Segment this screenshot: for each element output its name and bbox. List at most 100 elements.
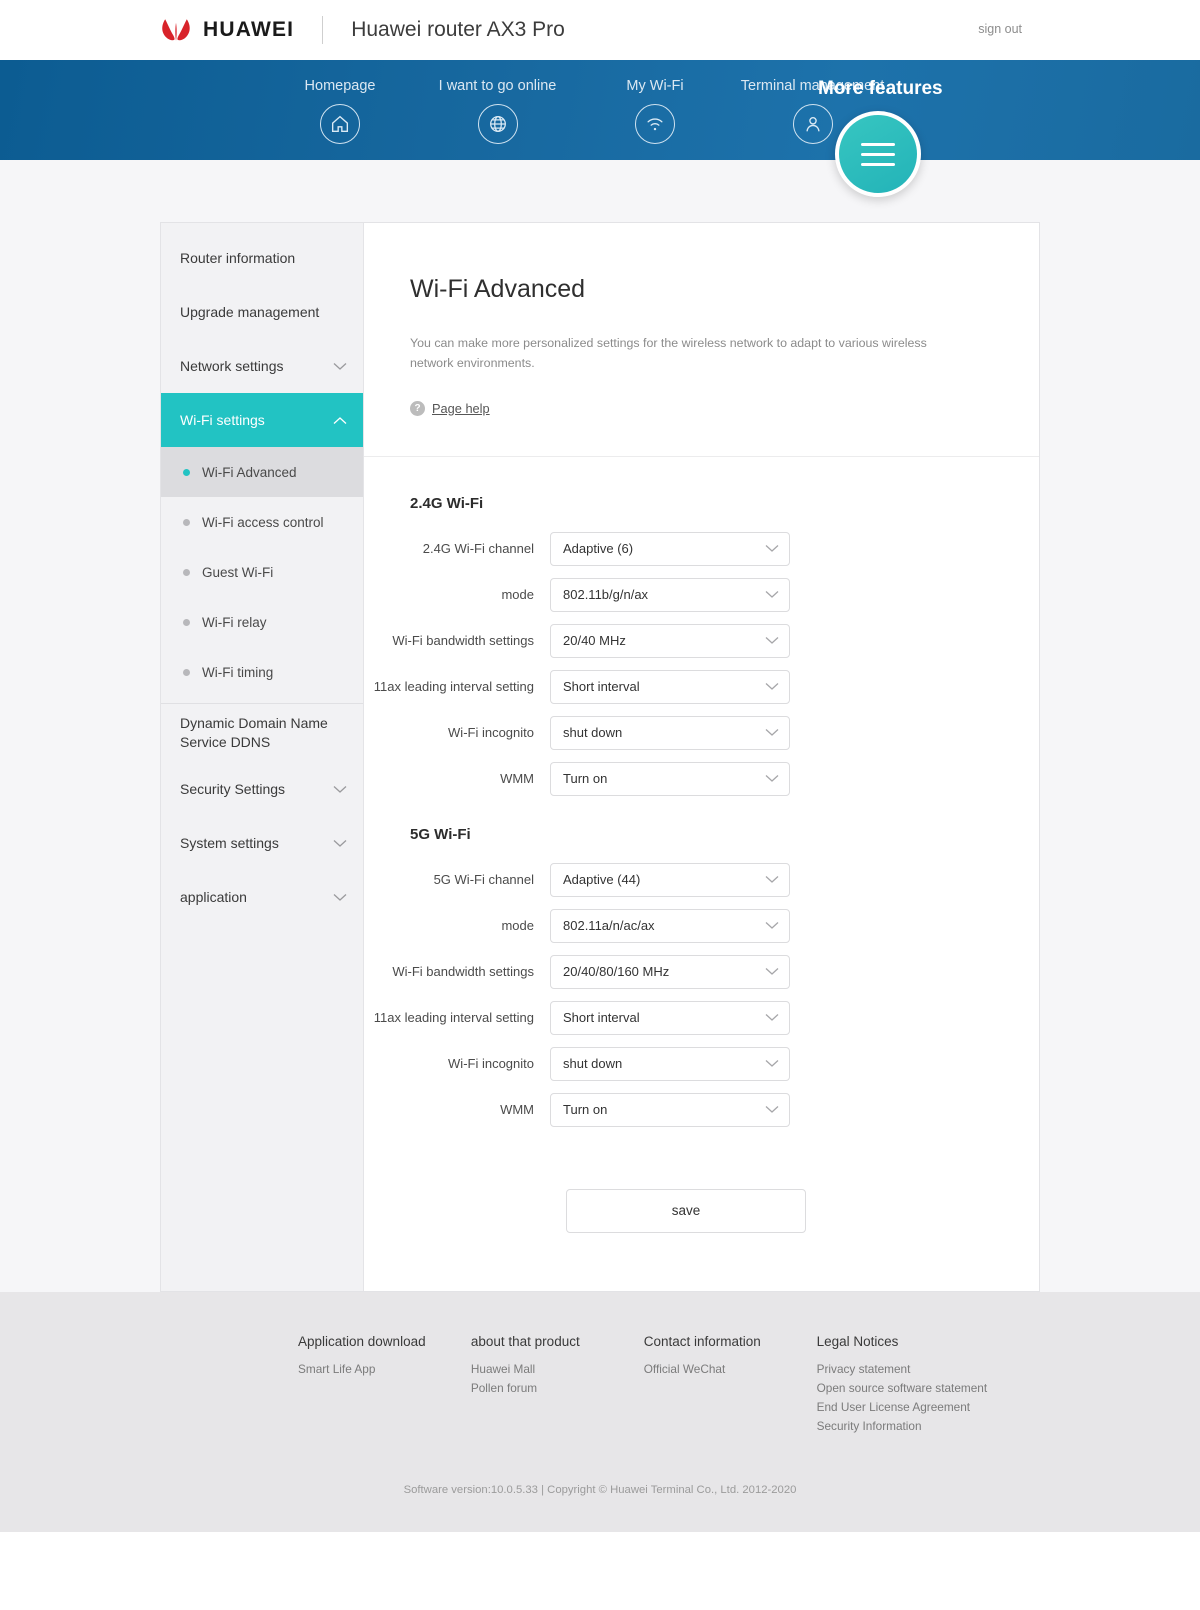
select-24g-incognito[interactable]: shut down [550, 715, 790, 750]
field-label-5g-wmm: WMM [500, 1102, 534, 1118]
hamburger-line [861, 152, 895, 156]
footer-link-pollen-forum[interactable]: Pollen forum [471, 1379, 644, 1398]
hamburger-icon[interactable] [835, 111, 921, 197]
nav-item-my-wifi[interactable]: My Wi-Fi [585, 78, 725, 144]
sidebar: Router information Upgrade management Ne… [161, 223, 364, 1291]
chevron-down-icon [765, 771, 779, 786]
brand-block: HUAWEI Huawei router AX3 Pro [158, 16, 565, 44]
page-help-label: Page help [432, 400, 490, 416]
sidebar-label: System settings [180, 835, 279, 851]
sidebar-sublabel: Wi-Fi Advanced [202, 464, 297, 480]
footer-link-open-source-statement[interactable]: Open source software statement [817, 1379, 1040, 1398]
select-5g-interval[interactable]: Short interval [550, 1000, 790, 1035]
bullet-icon [183, 518, 190, 526]
field-label-5g-mode: mode [501, 918, 534, 934]
sidebar-label: Wi-Fi settings [180, 412, 265, 428]
select-5g-mode[interactable]: 802.11a/n/ac/ax [550, 908, 790, 943]
sidebar-subitem-wifi-access-control[interactable]: Wi-Fi access control [161, 497, 363, 547]
sidebar-item-upgrade-management[interactable]: Upgrade management [161, 285, 363, 339]
product-name: Huawei router AX3 Pro [351, 18, 565, 41]
footer-link-end-user-license-agreement[interactable]: End User License Agreement [817, 1398, 1040, 1417]
bullet-icon [183, 468, 190, 476]
field-label-24g-interval: 11ax leading interval setting [373, 679, 534, 695]
select-5g-bandwidth[interactable]: 20/40/80/160 MHz [550, 954, 790, 989]
field-row-5g-wmm: WMM Turn on [364, 1092, 1039, 1127]
sidebar-label: Upgrade management [180, 304, 320, 320]
main-navigation: Homepage I want to go online My Wi-Fi Te… [0, 60, 1200, 197]
sidebar-item-application[interactable]: application [161, 870, 363, 924]
sidebar-sublabel: Guest Wi-Fi [202, 564, 274, 580]
field-label-5g-interval: 11ax leading interval setting [373, 1010, 534, 1026]
globe-icon [477, 104, 518, 144]
sidebar-item-system-settings[interactable]: System settings [161, 816, 363, 870]
select-5g-channel[interactable]: Adaptive (44) [550, 862, 790, 897]
page-title: Wi-Fi Advanced [410, 275, 586, 303]
sidebar-item-security-settings[interactable]: Security Settings [161, 762, 363, 816]
chevron-down-icon [333, 889, 347, 905]
settings-panel: Router information Upgrade management Ne… [160, 222, 1040, 1292]
field-label-5g-channel: 5G Wi-Fi channel [433, 872, 534, 888]
section-title-24g: 2.4G Wi-Fi [410, 494, 484, 512]
footer-col-legal-notices: Legal Notices Privacy statement Open sou… [817, 1334, 1040, 1436]
select-value: 802.11b/g/n/ax [563, 587, 649, 603]
sidebar-item-ddns[interactable]: Dynamic Domain Name Service DDNS [161, 704, 363, 762]
select-24g-bandwidth[interactable]: 20/40 MHz [550, 623, 790, 658]
sidebar-item-router-information[interactable]: Router information [161, 231, 363, 285]
brand-divider [322, 16, 324, 44]
footer-link-privacy-statement[interactable]: Privacy statement [817, 1360, 1040, 1379]
page-help-link[interactable]: ? Page help [410, 400, 490, 416]
select-5g-wmm[interactable]: Turn on [550, 1092, 790, 1127]
sidebar-label: Security Settings [180, 781, 286, 797]
save-button-wrapper: save [566, 1188, 1039, 1291]
select-24g-interval[interactable]: Short interval [550, 669, 790, 704]
select-value: 20/40/80/160 MHz [563, 964, 670, 980]
footer-link-huawei-mall[interactable]: Huawei Mall [471, 1360, 644, 1379]
copyright-text: Software version:10.0.5.33 | Copyright ©… [403, 1484, 797, 1497]
sidebar-sublabel: Wi-Fi timing [202, 664, 274, 680]
field-row-5g-interval: 11ax leading interval setting Short inte… [364, 1000, 1039, 1035]
content-header: Wi-Fi Advanced You can make more persona… [364, 223, 1039, 457]
footer-link-official-wechat[interactable]: Official WeChat [644, 1360, 817, 1379]
sidebar-subitem-wifi-timing[interactable]: Wi-Fi timing [161, 647, 363, 697]
field-label-5g-bandwidth: Wi-Fi bandwidth settings [392, 964, 534, 980]
field-row-5g-channel: 5G Wi-Fi channel Adaptive (44) [364, 862, 1039, 897]
hamburger-line [861, 142, 895, 146]
bullet-icon [183, 618, 190, 626]
select-value: Adaptive (44) [563, 872, 641, 888]
chevron-down-icon [765, 872, 779, 887]
nav-item-go-online[interactable]: I want to go online [410, 78, 585, 144]
field-row-5g-bandwidth: Wi-Fi bandwidth settings 20/40/80/160 MH… [364, 954, 1039, 989]
field-row-24g-wmm: WMM Turn on [364, 761, 1039, 796]
sidebar-subitem-wifi-advanced[interactable]: Wi-Fi Advanced [161, 447, 363, 497]
chevron-down-icon [765, 1010, 779, 1025]
footer-link-smart-life-app[interactable]: Smart Life App [298, 1360, 471, 1379]
select-value: 802.11a/n/ac/ax [563, 918, 655, 934]
huawei-wordmark: HUAWEI [203, 18, 295, 41]
select-5g-incognito[interactable]: shut down [550, 1046, 790, 1081]
more-features-button[interactable]: More features [818, 78, 943, 197]
sidebar-item-network-settings[interactable]: Network settings [161, 339, 363, 393]
hamburger-line [861, 162, 895, 166]
select-value: Turn on [563, 771, 608, 787]
select-24g-channel[interactable]: Adaptive (6) [550, 531, 790, 566]
footer-link-security-information[interactable]: Security Information [817, 1417, 1040, 1436]
select-value: Adaptive (6) [563, 541, 634, 557]
chevron-down-icon [765, 587, 779, 602]
select-value: Short interval [563, 1010, 640, 1026]
sidebar-subitem-wifi-relay[interactable]: Wi-Fi relay [161, 597, 363, 647]
select-24g-mode[interactable]: 802.11b/g/n/ax [550, 577, 790, 612]
sign-out-link[interactable]: sign out [978, 22, 1022, 36]
chevron-down-icon [333, 835, 347, 851]
select-24g-wmm[interactable]: Turn on [550, 761, 790, 796]
footer-col-title: Application download [298, 1333, 426, 1349]
select-value: shut down [563, 725, 623, 741]
sidebar-subitem-guest-wifi[interactable]: Guest Wi-Fi [161, 547, 363, 597]
nav-item-homepage[interactable]: Homepage [270, 78, 410, 144]
chevron-down-icon [333, 781, 347, 797]
save-button[interactable]: save [566, 1188, 806, 1233]
sidebar-item-wifi-settings[interactable]: Wi-Fi settings [161, 393, 363, 447]
sidebar-label: Dynamic Domain Name Service DDNS [180, 715, 328, 750]
field-label-24g-channel: 2.4G Wi-Fi channel [422, 541, 534, 557]
field-row-24g-mode: mode 802.11b/g/n/ax [364, 577, 1039, 612]
home-icon [320, 104, 360, 144]
